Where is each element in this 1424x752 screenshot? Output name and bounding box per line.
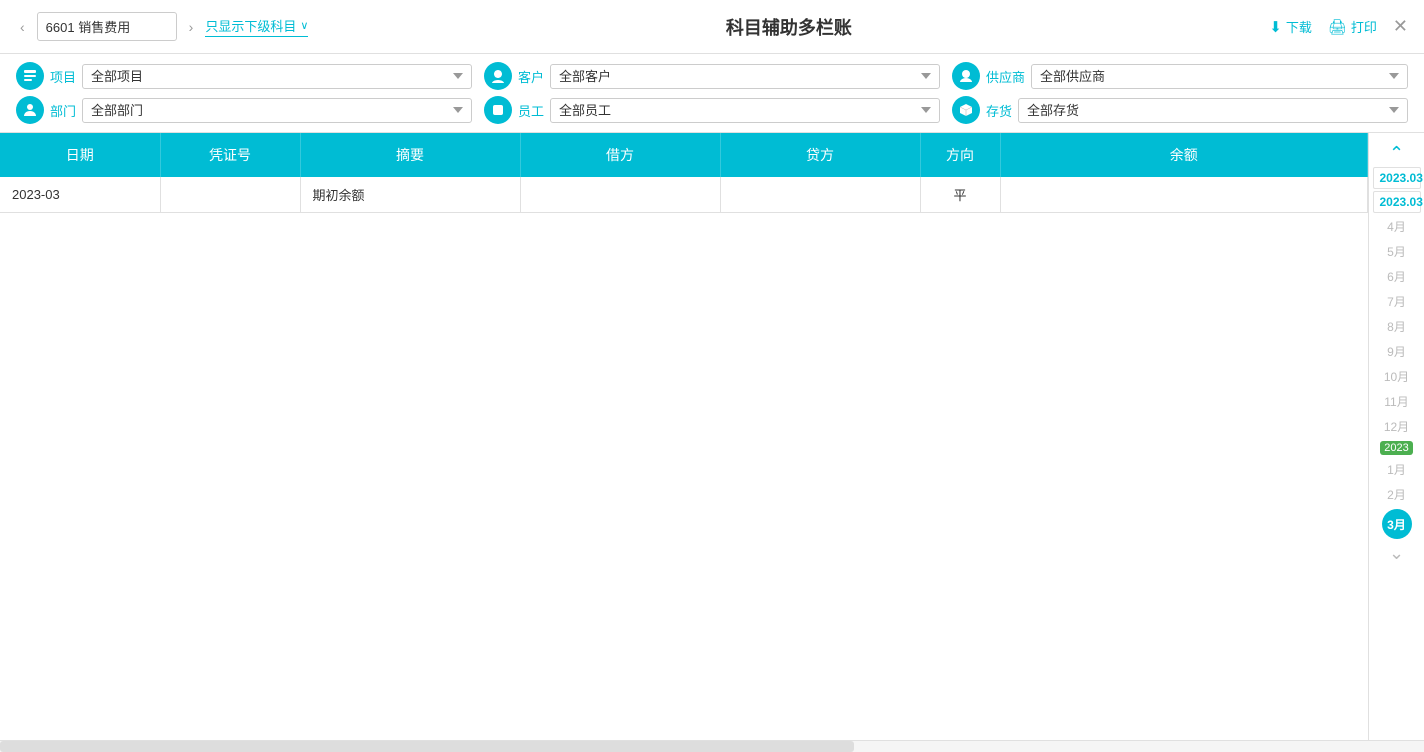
supplier-icon bbox=[952, 62, 980, 90]
month-1[interactable]: 1月 bbox=[1369, 457, 1424, 482]
month-12[interactable]: 12月 bbox=[1369, 414, 1424, 439]
show-sub-dropdown[interactable]: 只显示下级科目 ∨ bbox=[205, 16, 308, 37]
col-voucher: 凭证号 bbox=[160, 133, 300, 177]
cell-date: 2023-03 bbox=[0, 177, 160, 213]
cell-debit bbox=[520, 177, 720, 213]
col-summary: 摘要 bbox=[300, 133, 520, 177]
cell-direction: 平 bbox=[920, 177, 1000, 213]
project-icon bbox=[16, 62, 44, 90]
inventory-icon bbox=[952, 96, 980, 124]
customer-select[interactable]: 全部客户 bbox=[550, 64, 940, 89]
toolbar-buttons: ⬇ 下载 🖨 打印 bbox=[1269, 17, 1377, 36]
col-debit: 借方 bbox=[520, 133, 720, 177]
cell-summary: 期初余额 bbox=[300, 177, 520, 213]
range-start-label[interactable]: 2023.03 bbox=[1373, 167, 1421, 189]
month-11[interactable]: 11月 bbox=[1369, 389, 1424, 414]
download-icon: ⬇ bbox=[1269, 18, 1282, 36]
supplier-label: 供应商 bbox=[986, 67, 1025, 86]
month-3-active[interactable]: 3月 bbox=[1382, 509, 1412, 539]
account-code: 6601 销售费用 bbox=[37, 12, 177, 41]
supplier-select[interactable]: 全部供应商 bbox=[1031, 64, 1408, 89]
print-button[interactable]: 🖨 打印 bbox=[1328, 17, 1377, 36]
range-end-label[interactable]: 2023.03 bbox=[1373, 191, 1421, 213]
year-badge: 2023 bbox=[1380, 441, 1412, 455]
main-window: ‹ 6601 销售费用 › 只显示下级科目 ∨ 科目辅助多栏账 ⬇ 下载 🖨 打… bbox=[0, 0, 1424, 752]
close-button[interactable]: ✕ bbox=[1393, 16, 1408, 37]
col-direction: 方向 bbox=[920, 133, 1000, 177]
col-date: 日期 bbox=[0, 133, 160, 177]
filter-area: 项目 全部项目 客户 全部客户 供应商 全部供 bbox=[0, 54, 1424, 133]
filter-employee: 员工 全部员工 bbox=[484, 96, 940, 124]
filter-row-1: 项目 全部项目 客户 全部客户 供应商 全部供 bbox=[16, 62, 1408, 90]
inventory-label: 存货 bbox=[986, 101, 1012, 120]
ledger-table: 日期 凭证号 摘要 借方 贷方 方向 余额 2023-03 期初余额 bbox=[0, 133, 1368, 213]
right-panel: ⌃ 2023.03 2023.03 4月 5月 6月 7月 8月 9月 10月 … bbox=[1368, 133, 1424, 740]
month-5[interactable]: 5月 bbox=[1369, 239, 1424, 264]
customer-label: 客户 bbox=[518, 67, 544, 86]
month-4[interactable]: 4月 bbox=[1369, 214, 1424, 239]
filter-inventory: 存货 全部存货 bbox=[952, 96, 1408, 124]
filter-customer: 客户 全部客户 bbox=[484, 62, 940, 90]
department-icon bbox=[16, 96, 44, 124]
download-label: 下载 bbox=[1286, 17, 1312, 36]
panel-down-arrow[interactable]: ⌄ bbox=[1389, 541, 1404, 566]
project-label: 项目 bbox=[50, 67, 76, 86]
print-label: 打印 bbox=[1351, 17, 1377, 36]
filter-supplier: 供应商 全部供应商 bbox=[952, 62, 1408, 90]
employee-select[interactable]: 全部员工 bbox=[550, 98, 940, 123]
customer-icon bbox=[484, 62, 512, 90]
show-sub-label: 只显示下级科目 bbox=[205, 16, 296, 35]
month-9[interactable]: 9月 bbox=[1369, 339, 1424, 364]
prev-account-button[interactable]: ‹ bbox=[16, 17, 29, 37]
cell-credit bbox=[720, 177, 920, 213]
month-8[interactable]: 8月 bbox=[1369, 314, 1424, 339]
month-10[interactable]: 10月 bbox=[1369, 364, 1424, 389]
table-wrapper: 日期 凭证号 摘要 借方 贷方 方向 余额 2023-03 期初余额 bbox=[0, 133, 1424, 740]
filter-row-2: 部门 全部部门 员工 全部员工 存货 全部存货 bbox=[16, 96, 1408, 124]
download-button[interactable]: ⬇ 下载 bbox=[1269, 17, 1312, 36]
department-label: 部门 bbox=[50, 101, 76, 120]
chevron-down-icon: ∨ bbox=[300, 19, 308, 32]
employee-label: 员工 bbox=[518, 101, 544, 120]
top-bar: ‹ 6601 销售费用 › 只显示下级科目 ∨ 科目辅助多栏账 ⬇ 下载 🖨 打… bbox=[0, 0, 1424, 54]
cell-voucher bbox=[160, 177, 300, 213]
print-icon: 🖨 bbox=[1328, 18, 1347, 36]
col-balance: 余额 bbox=[1000, 133, 1368, 177]
department-select[interactable]: 全部部门 bbox=[82, 98, 472, 123]
next-account-button[interactable]: › bbox=[185, 17, 198, 37]
panel-up-arrow[interactable]: ⌃ bbox=[1389, 141, 1404, 166]
page-title: 科目辅助多栏账 bbox=[316, 14, 1261, 40]
bottom-scrollbar[interactable] bbox=[0, 740, 1424, 752]
month-7[interactable]: 7月 bbox=[1369, 289, 1424, 314]
inventory-select[interactable]: 全部存货 bbox=[1018, 98, 1408, 123]
filter-project: 项目 全部项目 bbox=[16, 62, 472, 90]
filter-department: 部门 全部部门 bbox=[16, 96, 472, 124]
project-select[interactable]: 全部项目 bbox=[82, 64, 472, 89]
table-row: 2023-03 期初余额 平 bbox=[0, 177, 1368, 213]
month-2[interactable]: 2月 bbox=[1369, 482, 1424, 507]
month-6[interactable]: 6月 bbox=[1369, 264, 1424, 289]
cell-balance bbox=[1000, 177, 1368, 213]
col-credit: 贷方 bbox=[720, 133, 920, 177]
employee-icon bbox=[484, 96, 512, 124]
